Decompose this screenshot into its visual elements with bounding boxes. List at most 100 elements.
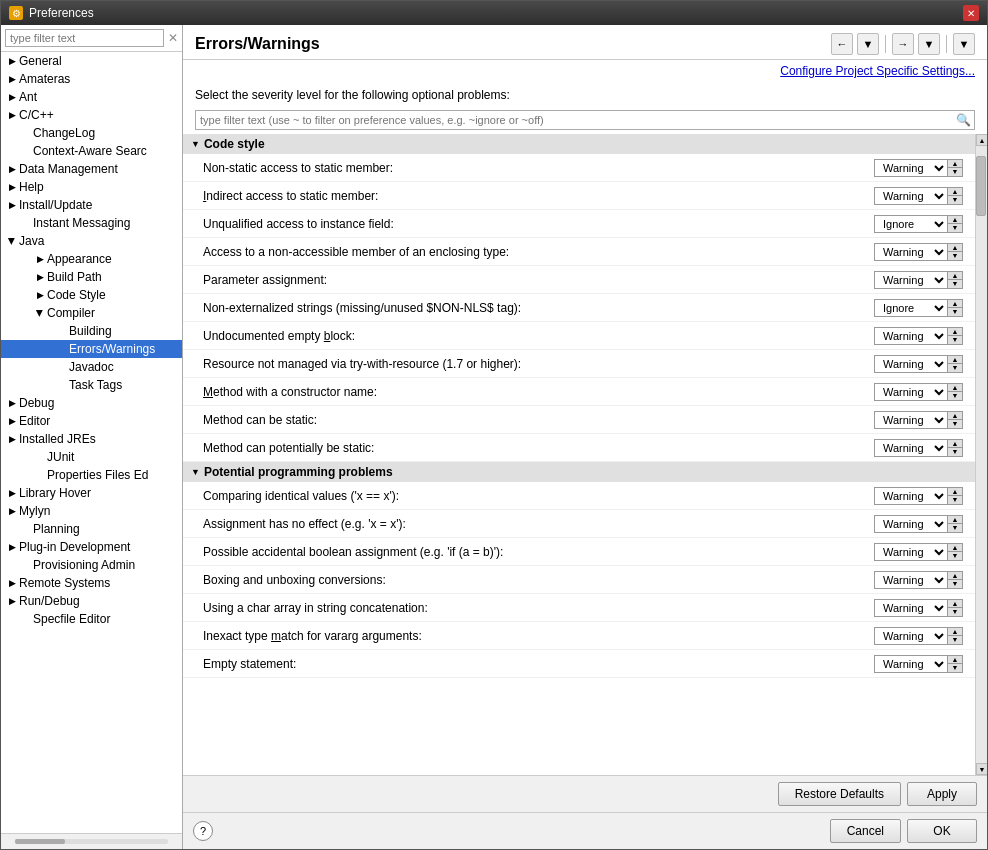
setting-select-non-accessible[interactable]: WarningErrorInfoIgnore ▲▼ xyxy=(874,243,963,261)
sidebar-item-ant[interactable]: ▶ Ant xyxy=(1,88,182,106)
sidebar-item-context-aware[interactable]: ▶ Context-Aware Searc xyxy=(1,142,182,160)
sidebar-item-cpp[interactable]: ▶ C/C++ xyxy=(1,106,182,124)
sidebar-item-help[interactable]: ▶ Help xyxy=(1,178,182,196)
spinbox-down-resource[interactable]: ▼ xyxy=(948,364,962,372)
setting-select-method-constructor-select[interactable]: WarningErrorInfoIgnore xyxy=(875,384,947,400)
setting-select-char-array-select[interactable]: WarningErrorInfoIgnore xyxy=(875,600,947,616)
setting-select-inexact-type-select[interactable]: WarningErrorInfoIgnore xyxy=(875,628,947,644)
spinbox-up-method-static[interactable]: ▲ xyxy=(948,412,962,420)
sidebar-item-run-debug[interactable]: ▶ Run/Debug xyxy=(1,592,182,610)
setting-select-indirect-select[interactable]: WarningErrorInfoIgnore xyxy=(875,188,947,204)
sidebar-item-install[interactable]: ▶ Install/Update xyxy=(1,196,182,214)
restore-defaults-button[interactable]: Restore Defaults xyxy=(778,782,901,806)
sidebar-item-plugin-dev[interactable]: ▶ Plug-in Development xyxy=(1,538,182,556)
sidebar-item-junit[interactable]: ▶ JUnit xyxy=(1,448,182,466)
spinbox-up-assignment-effect[interactable]: ▲ xyxy=(948,516,962,524)
sidebar-item-specfile[interactable]: ▶ Specfile Editor xyxy=(1,610,182,628)
configure-project-link[interactable]: Configure Project Specific Settings... xyxy=(780,64,975,78)
setting-select-accidental-bool[interactable]: WarningErrorInfoIgnore ▲▼ xyxy=(874,543,963,561)
sidebar-item-mylyn[interactable]: ▶ Mylyn xyxy=(1,502,182,520)
setting-select-inexact-type[interactable]: WarningErrorInfoIgnore ▲▼ xyxy=(874,627,963,645)
spinbox-up-boxing[interactable]: ▲ xyxy=(948,572,962,580)
setting-select-resource[interactable]: WarningErrorInfoIgnore ▲▼ xyxy=(874,355,963,373)
spinbox-down-indirect[interactable]: ▼ xyxy=(948,196,962,204)
sidebar-item-code-style[interactable]: ▶ Code Style xyxy=(1,286,182,304)
sidebar-item-installed-jres[interactable]: ▶ Installed JREs xyxy=(1,430,182,448)
spinbox-down-undoc-empty[interactable]: ▼ xyxy=(948,336,962,344)
setting-select-assignment-effect-select[interactable]: WarningErrorInfoIgnore xyxy=(875,516,947,532)
sidebar-item-compiler[interactable]: ▶ Compiler xyxy=(1,304,182,322)
spinbox-up-undoc-empty[interactable]: ▲ xyxy=(948,328,962,336)
setting-select-method-static[interactable]: WarningErrorInfoIgnore ▲▼ xyxy=(874,411,963,429)
setting-select-non-extern[interactable]: IgnoreWarningErrorInfo ▲▼ xyxy=(874,299,963,317)
sidebar-item-build-path[interactable]: ▶ Build Path xyxy=(1,268,182,286)
sidebar-item-javadoc[interactable]: ▶ Javadoc xyxy=(1,358,182,376)
sidebar-item-properties[interactable]: ▶ Properties Files Ed xyxy=(1,466,182,484)
preferences-dropdown-button[interactable]: ▼ xyxy=(953,33,975,55)
sidebar-item-editor[interactable]: ▶ Editor xyxy=(1,412,182,430)
forward-button[interactable]: → xyxy=(892,33,914,55)
sidebar-item-java[interactable]: ▶ Java xyxy=(1,232,182,250)
setting-select-assignment-effect[interactable]: WarningErrorInfoIgnore ▲▼ xyxy=(874,515,963,533)
sidebar-item-task-tags[interactable]: ▶ Task Tags xyxy=(1,376,182,394)
sidebar-item-general[interactable]: ▶ General xyxy=(1,52,182,70)
back-button[interactable]: ← xyxy=(831,33,853,55)
setting-select-non-static[interactable]: WarningErrorInfoIgnore ▲▼ xyxy=(874,159,963,177)
ok-button[interactable]: OK xyxy=(907,819,977,843)
spinbox-down-method-constructor[interactable]: ▼ xyxy=(948,392,962,400)
sidebar-item-amateras[interactable]: ▶ Amateras xyxy=(1,70,182,88)
setting-select-indirect[interactable]: WarningErrorInfoIgnore ▲▼ xyxy=(874,187,963,205)
spinbox-down-non-static[interactable]: ▼ xyxy=(948,168,962,176)
setting-select-unqualified[interactable]: IgnoreWarningErrorInfo ▲▼ xyxy=(874,215,963,233)
setting-select-char-array[interactable]: WarningErrorInfoIgnore ▲▼ xyxy=(874,599,963,617)
setting-select-accidental-bool-select[interactable]: WarningErrorInfoIgnore xyxy=(875,544,947,560)
setting-select-resource-select[interactable]: WarningErrorInfoIgnore xyxy=(875,356,947,372)
panel-filter-input[interactable] xyxy=(195,110,975,130)
setting-select-non-static-select[interactable]: WarningErrorInfoIgnore xyxy=(875,160,947,176)
spinbox-up-non-extern[interactable]: ▲ xyxy=(948,300,962,308)
sidebar-item-building[interactable]: ▶ Building xyxy=(1,322,182,340)
setting-select-comparing-select[interactable]: WarningErrorInfoIgnore xyxy=(875,488,947,504)
setting-select-boxing-select[interactable]: WarningErrorInfoIgnore xyxy=(875,572,947,588)
setting-select-param-assign-select[interactable]: WarningErrorInfoIgnore xyxy=(875,272,947,288)
apply-button[interactable]: Apply xyxy=(907,782,977,806)
dropdown-back-button[interactable]: ▼ xyxy=(857,33,879,55)
setting-select-method-static-select[interactable]: WarningErrorInfoIgnore xyxy=(875,412,947,428)
spinbox-down-non-extern[interactable]: ▼ xyxy=(948,308,962,316)
help-button[interactable]: ? xyxy=(193,821,213,841)
sidebar-filter-input[interactable] xyxy=(5,29,164,47)
spinbox-down-comparing[interactable]: ▼ xyxy=(948,496,962,504)
spinbox-up-param-assign[interactable]: ▲ xyxy=(948,272,962,280)
setting-select-method-pot-static[interactable]: WarningErrorInfoIgnore ▲▼ xyxy=(874,439,963,457)
spinbox-down-empty-statement[interactable]: ▼ xyxy=(948,664,962,672)
cancel-button[interactable]: Cancel xyxy=(830,819,901,843)
spinbox-down-param-assign[interactable]: ▼ xyxy=(948,280,962,288)
sidebar-item-appearance[interactable]: ▶ Appearance xyxy=(1,250,182,268)
dropdown-forward-button[interactable]: ▼ xyxy=(918,33,940,55)
section-header-code-style[interactable]: ▼ Code style xyxy=(183,134,975,154)
setting-select-unqualified-select[interactable]: IgnoreWarningErrorInfo xyxy=(875,216,947,232)
spinbox-up-empty-statement[interactable]: ▲ xyxy=(948,656,962,664)
spinbox-up-inexact-type[interactable]: ▲ xyxy=(948,628,962,636)
sidebar-item-data-mgmt[interactable]: ▶ Data Management xyxy=(1,160,182,178)
setting-select-non-accessible-select[interactable]: WarningErrorInfoIgnore xyxy=(875,244,947,260)
sidebar-item-library-hover[interactable]: ▶ Library Hover xyxy=(1,484,182,502)
sidebar-filter-clear-icon[interactable]: ✕ xyxy=(168,31,178,45)
setting-select-comparing[interactable]: WarningErrorInfoIgnore ▲▼ xyxy=(874,487,963,505)
setting-select-method-constructor[interactable]: WarningErrorInfoIgnore ▲▼ xyxy=(874,383,963,401)
sidebar-item-provisioning[interactable]: ▶ Provisioning Admin xyxy=(1,556,182,574)
sidebar-item-instant[interactable]: ▶ Instant Messaging xyxy=(1,214,182,232)
spinbox-down-unqualified[interactable]: ▼ xyxy=(948,224,962,232)
spinbox-up-method-constructor[interactable]: ▲ xyxy=(948,384,962,392)
setting-select-empty-statement-select[interactable]: WarningErrorInfoIgnore xyxy=(875,656,947,672)
spinbox-up-non-accessible[interactable]: ▲ xyxy=(948,244,962,252)
scroll-down-btn[interactable]: ▼ xyxy=(976,763,987,775)
sidebar-item-changelog[interactable]: ▶ ChangeLog xyxy=(1,124,182,142)
spinbox-down-inexact-type[interactable]: ▼ xyxy=(948,636,962,644)
spinbox-down-method-pot-static[interactable]: ▼ xyxy=(948,448,962,456)
setting-select-param-assign[interactable]: WarningErrorInfoIgnore ▲▼ xyxy=(874,271,963,289)
setting-select-undoc-empty[interactable]: WarningErrorInfoIgnore ▲▼ xyxy=(874,327,963,345)
sidebar-item-errors-warnings[interactable]: ▶ Errors/Warnings xyxy=(1,340,182,358)
spinbox-up-comparing[interactable]: ▲ xyxy=(948,488,962,496)
spinbox-up-method-pot-static[interactable]: ▲ xyxy=(948,440,962,448)
